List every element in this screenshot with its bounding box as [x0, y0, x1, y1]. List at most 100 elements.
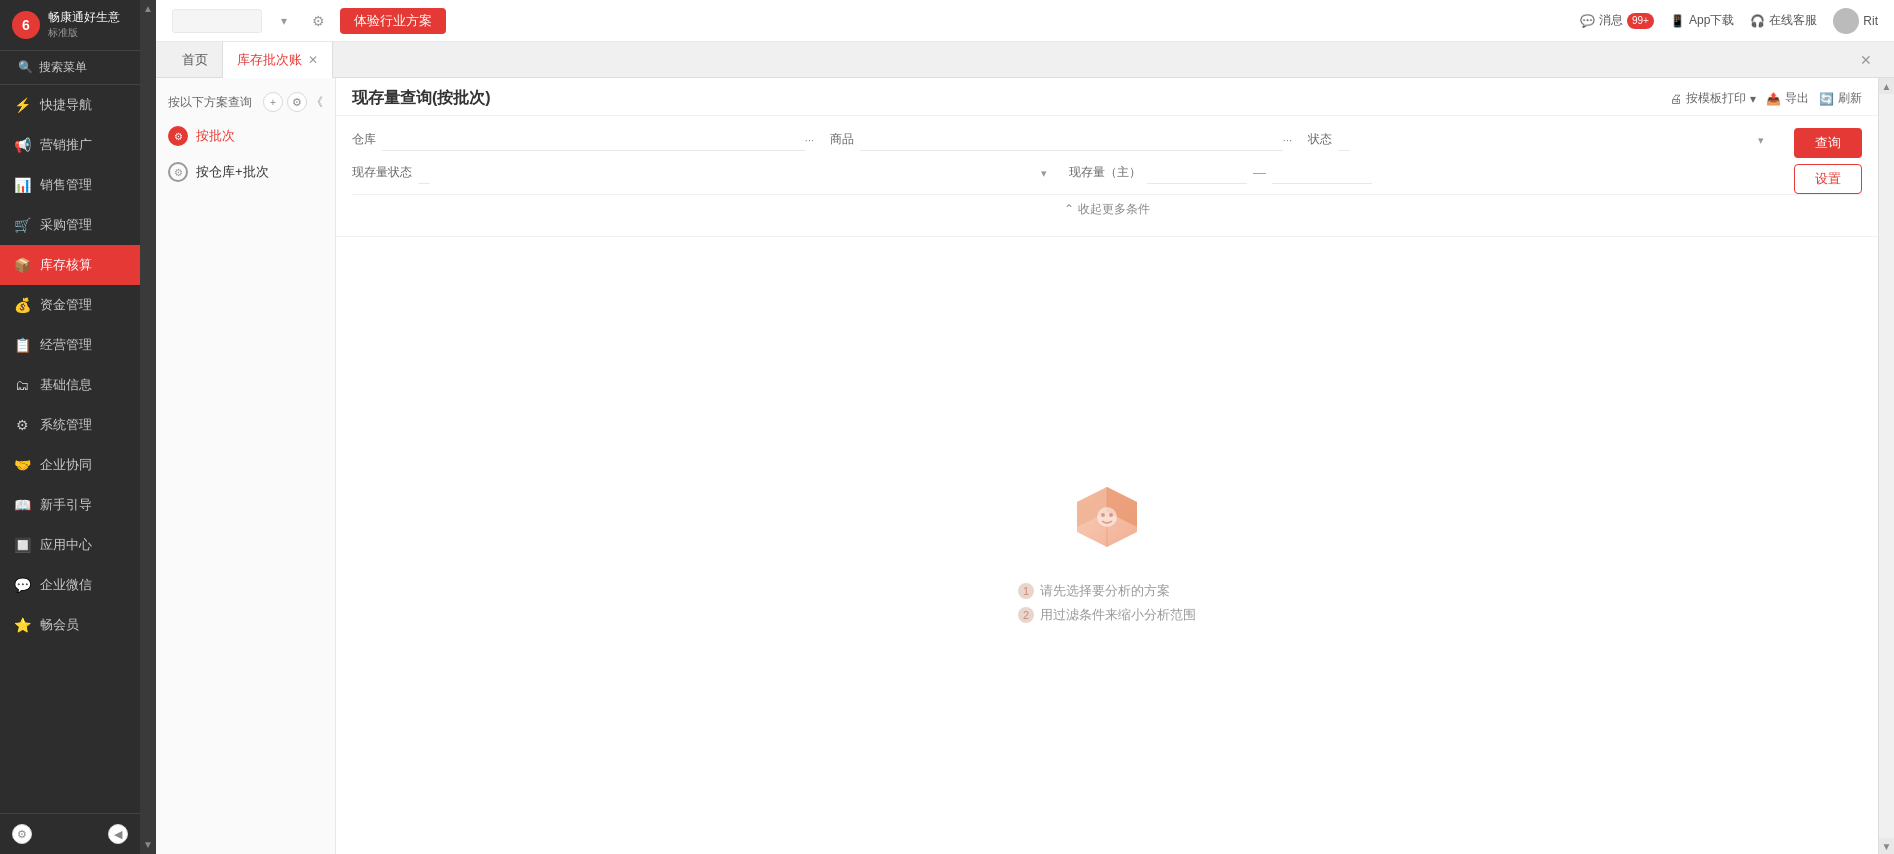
tab-home[interactable]: 首页 — [168, 42, 223, 78]
plan-item-by-warehouse-batch[interactable]: ⚙ 按仓库+批次 — [156, 154, 335, 190]
query-button[interactable]: 查询 — [1794, 128, 1862, 158]
scroll-down-arrow[interactable]: ▼ — [143, 840, 153, 850]
page-title: 现存量查询(按批次) — [352, 88, 491, 109]
sidebar-item-finance[interactable]: 💰 资金管理 — [0, 285, 140, 325]
tab-inventory-batch-label: 库存批次账 — [237, 51, 302, 69]
user-profile-action[interactable]: Rit — [1833, 8, 1878, 34]
app-download-icon: 📱 — [1670, 14, 1685, 28]
filter-status: 状态 — [1308, 128, 1770, 151]
messages-label: 消息 — [1599, 12, 1623, 29]
enterprise-icon: 🤝 — [12, 455, 32, 475]
sidebar-item-label: 经营管理 — [40, 336, 92, 354]
empty-hint-1: 1 请先选择要分析的方案 — [1018, 582, 1196, 600]
left-panel-title-text: 按以下方案查询 — [168, 94, 252, 111]
shortcut-icon: ⚡ — [12, 95, 32, 115]
collapse-left-panel-button[interactable]: 《 — [311, 92, 323, 112]
refresh-label: 刷新 — [1838, 90, 1862, 107]
try-industry-button[interactable]: 体验行业方案 — [340, 8, 446, 34]
sidebar-scrollbar: ▲ ▼ — [140, 0, 156, 854]
inventory-status-select-wrapper — [418, 161, 1053, 184]
header-left: ▾ ⚙ 体验行业方案 — [172, 8, 1580, 34]
plan-by-batch-label: 按批次 — [196, 127, 235, 145]
top-header: ▾ ⚙ 体验行业方案 💬 消息 99+ 📱 App下载 🎧 在线客服 Rit — [156, 0, 1894, 42]
collapse-sidebar-button[interactable]: ◀ — [108, 824, 128, 844]
right-content: 现存量查询(按批次) 🖨 按模板打印 ▾ 📤 导出 🔄 刷新 — [336, 78, 1878, 854]
export-action[interactable]: 📤 导出 — [1766, 90, 1809, 107]
breadcrumb-dropdown-button[interactable]: ▾ — [272, 9, 296, 33]
appstore-icon: 🔲 — [12, 535, 32, 555]
close-right-icon[interactable]: ✕ — [1850, 52, 1882, 68]
header-gear-button[interactable]: ⚙ — [306, 9, 330, 33]
inventory-status-select[interactable] — [418, 161, 430, 184]
tab-close-right[interactable]: ✕ — [1850, 52, 1882, 68]
filter-product: 商品 ··· — [830, 128, 1292, 151]
sidebar-search[interactable]: 🔍 搜索菜单 — [0, 51, 140, 85]
sidebar-item-label: 基础信息 — [40, 376, 92, 394]
wechat-icon: 💬 — [12, 575, 32, 595]
messages-action[interactable]: 💬 消息 99+ — [1580, 12, 1654, 29]
empty-state: 1 请先选择要分析的方案 2 用过滤条件来缩小分析范围 — [336, 237, 1878, 854]
print-label: 按模板打印 — [1686, 90, 1746, 107]
print-action[interactable]: 🖨 按模板打印 ▾ — [1670, 90, 1756, 107]
plan-settings-button[interactable]: ⚙ — [287, 92, 307, 112]
product-filter-input[interactable] — [860, 128, 1283, 151]
hint-num-2: 2 — [1018, 607, 1034, 623]
scroll-up-arrow[interactable]: ▲ — [143, 4, 153, 14]
tab-home-label: 首页 — [182, 51, 208, 69]
collapse-icon: ⌃ — [1064, 202, 1074, 216]
sidebar-item-basic[interactable]: 🗂 基础信息 — [0, 365, 140, 405]
sidebar-item-vip[interactable]: ⭐ 畅会员 — [0, 605, 140, 645]
sidebar-item-marketing[interactable]: 📢 营销推广 — [0, 125, 140, 165]
user-name: Rit — [1863, 14, 1878, 28]
sidebar-item-appstore[interactable]: 🔲 应用中心 — [0, 525, 140, 565]
inventory-amount-label: 现存量（主） — [1069, 164, 1141, 181]
filter-inventory-status: 现存量状态 — [352, 161, 1053, 184]
sidebar-item-purchase[interactable]: 🛒 采购管理 — [0, 205, 140, 245]
inventory-amount-max-input[interactable] — [1272, 161, 1372, 184]
refresh-action[interactable]: 🔄 刷新 — [1819, 90, 1862, 107]
scroll-bottom-button[interactable]: ▼ — [1879, 838, 1895, 854]
export-label: 导出 — [1785, 90, 1809, 107]
plan-by-warehouse-batch-icon: ⚙ — [168, 162, 188, 182]
collapse-label: 收起更多条件 — [1078, 202, 1150, 216]
online-service-action[interactable]: 🎧 在线客服 — [1750, 12, 1817, 29]
tab-inventory-batch[interactable]: 库存批次账 ✕ — [223, 42, 333, 78]
sidebar-item-sales[interactable]: 📊 销售管理 — [0, 165, 140, 205]
warehouse-filter-input[interactable] — [382, 128, 805, 151]
collapse-more-button[interactable]: ⌃ 收起更多条件 — [352, 194, 1862, 224]
scroll-top-button[interactable]: ▲ — [1879, 78, 1895, 94]
sidebar-item-shortcut[interactable]: ⚡ 快捷导航 — [0, 85, 140, 125]
filter-row-1: 仓库 ··· 商品 ··· 状态 — [352, 128, 1770, 151]
main: ▾ ⚙ 体验行业方案 💬 消息 99+ 📱 App下载 🎧 在线客服 Rit — [156, 0, 1894, 854]
finance-icon: 💰 — [12, 295, 32, 315]
sidebar-item-enterprise[interactable]: 🤝 企业协同 — [0, 445, 140, 485]
inventory-amount-min-input[interactable] — [1147, 161, 1247, 184]
refresh-icon: 🔄 — [1819, 92, 1834, 106]
plan-item-by-batch[interactable]: ⚙ 按批次 — [156, 118, 335, 154]
add-plan-button[interactable]: + — [263, 92, 283, 112]
sidebar-item-inventory[interactable]: 📦 库存核算 — [0, 245, 140, 285]
sidebar-item-operations[interactable]: 📋 经营管理 — [0, 325, 140, 365]
export-icon: 📤 — [1766, 92, 1781, 106]
status-filter-select[interactable] — [1338, 128, 1350, 151]
sidebar-item-label: 资金管理 — [40, 296, 92, 314]
product-more-button[interactable]: ··· — [1283, 134, 1292, 146]
sidebar-item-system[interactable]: ⚙ 系统管理 — [0, 405, 140, 445]
status-select-wrapper — [1338, 128, 1770, 151]
hint-num-1: 1 — [1018, 583, 1034, 599]
sidebar-item-label: 快捷导航 — [40, 96, 92, 114]
tab-close-button[interactable]: ✕ — [308, 53, 318, 67]
sidebar-item-label: 营销推广 — [40, 136, 92, 154]
app-download-action[interactable]: 📱 App下载 — [1670, 12, 1734, 29]
sidebar-item-wechat[interactable]: 💬 企业微信 — [0, 565, 140, 605]
messages-badge: 99+ — [1627, 13, 1654, 29]
sidebar-item-label: 畅会员 — [40, 616, 79, 634]
settings-button[interactable]: 设置 — [1794, 164, 1862, 194]
filter-warehouse: 仓库 ··· — [352, 128, 814, 151]
warehouse-more-button[interactable]: ··· — [805, 134, 814, 146]
content-area: 按以下方案查询 + ⚙ 《 ⚙ 按批次 ⚙ 按仓库+批次 现存量查询(按批次) — [156, 78, 1894, 854]
print-dropdown-icon: ▾ — [1750, 92, 1756, 106]
settings-footer-button[interactable]: ⚙ — [12, 824, 32, 844]
page-title-bar: 现存量查询(按批次) 🖨 按模板打印 ▾ 📤 导出 🔄 刷新 — [336, 78, 1878, 116]
sidebar-item-newbie[interactable]: 📖 新手引导 — [0, 485, 140, 525]
